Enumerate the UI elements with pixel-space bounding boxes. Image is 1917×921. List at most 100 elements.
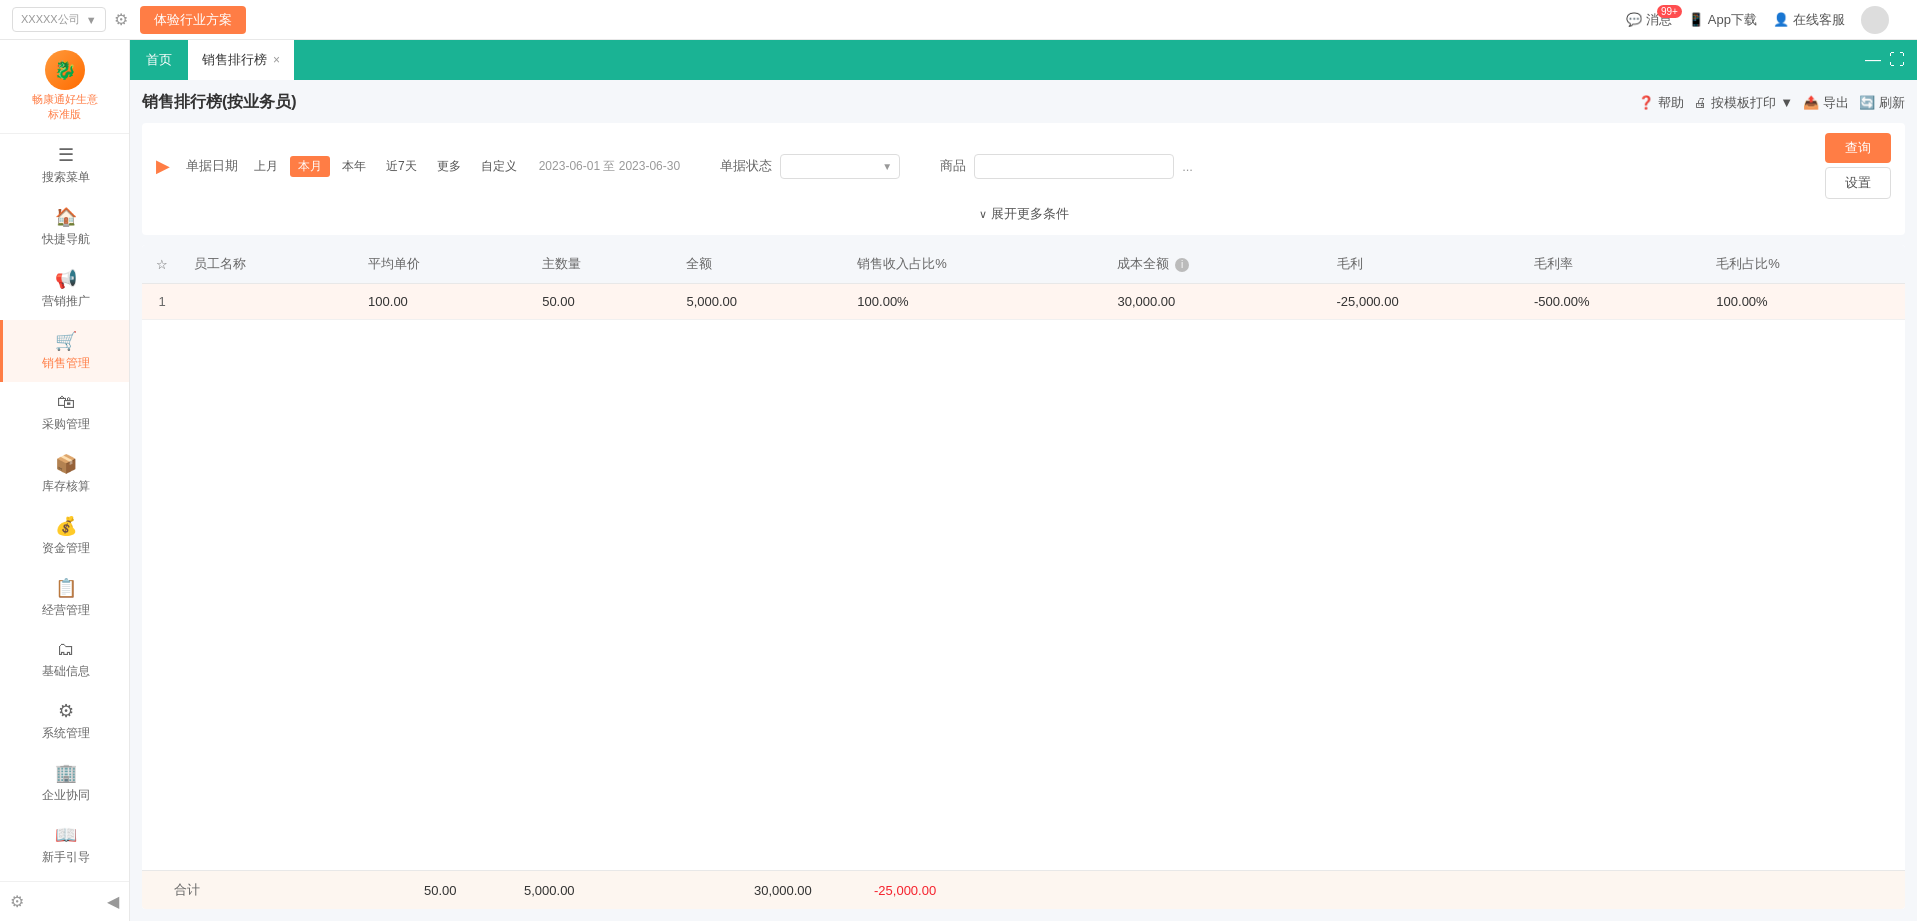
- company-select[interactable]: XXXXX公司 ▼: [12, 7, 106, 32]
- status-select[interactable]: [780, 154, 900, 179]
- date-range: 2023-06-01 至 2023-06-30: [539, 158, 680, 175]
- sidebar-item-label: 库存核算: [42, 478, 90, 495]
- cell-qty: 50.00: [530, 284, 674, 320]
- col-cost: 成本全额 i: [1105, 245, 1324, 284]
- cell-cost: 30,000.00: [1105, 284, 1324, 320]
- sidebar-item-label: 销售管理: [42, 355, 90, 372]
- sidebar-item-finance[interactable]: 💰 资金管理: [0, 505, 129, 567]
- sidebar-item-guide[interactable]: 📖 新手引导: [0, 814, 129, 876]
- sidebar-item-label: 基础信息: [42, 663, 90, 680]
- export-btn[interactable]: 📤 导出: [1803, 94, 1849, 112]
- help-icon: ❓: [1638, 95, 1654, 110]
- top-right-area: 💬 消息 99+ 📱 App下载 👤 在线客服: [1626, 6, 1905, 34]
- col-sales-pct: 销售收入占比%: [845, 245, 1105, 284]
- cell-sales-pct: 100.00%: [845, 284, 1105, 320]
- tab-home[interactable]: 首页: [130, 40, 188, 80]
- tab-label: 销售排行榜: [202, 51, 267, 69]
- expand-more-btn[interactable]: ∨ 展开更多条件: [156, 199, 1891, 225]
- logo-icon: 🐉: [45, 50, 85, 90]
- date-label: 单据日期: [186, 157, 238, 175]
- marketing-icon: 📢: [55, 268, 77, 290]
- sidebar-collapse-btn[interactable]: ◀: [107, 892, 119, 911]
- avatar[interactable]: [1861, 6, 1889, 34]
- message-badge: 99+: [1657, 5, 1682, 18]
- sidebar-item-sales[interactable]: 🛒 销售管理: [0, 320, 129, 382]
- goods-dots-btn[interactable]: ...: [1182, 159, 1193, 174]
- message-icon: 💬: [1626, 12, 1642, 27]
- sidebar-nav: ☰ 搜索菜单 🏠 快捷导航 📢 营销推广 🛒 销售管理 🛍 采购管理 📦: [0, 134, 129, 881]
- sidebar-item-quick-nav[interactable]: 🏠 快捷导航: [0, 196, 129, 258]
- sidebar-item-label: 采购管理: [42, 416, 90, 433]
- status-select-wrap: [780, 154, 900, 179]
- trial-button[interactable]: 体验行业方案: [140, 6, 246, 34]
- date-custom-btn[interactable]: 自定义: [473, 156, 525, 177]
- tab-close-icon[interactable]: ×: [273, 53, 280, 67]
- sidebar-item-marketing[interactable]: 📢 营销推广: [0, 258, 129, 320]
- date-prev-btn[interactable]: 上月: [246, 156, 286, 177]
- cell-profit: -25,000.00: [1325, 284, 1522, 320]
- action-buttons: 查询 设置: [1825, 133, 1891, 199]
- sidebar-item-label: 新手引导: [42, 849, 90, 866]
- cost-info-icon[interactable]: i: [1175, 258, 1189, 272]
- table-wrap: ☆ 员工名称 平均单价 主数量 全额 销售收入占比% 成本全额 i: [142, 245, 1905, 909]
- tab-bar-right: — ⛶: [1865, 51, 1917, 69]
- settings-button[interactable]: 设置: [1825, 167, 1891, 199]
- sidebar-item-system[interactable]: ⚙ 系统管理: [0, 690, 129, 752]
- export-icon: 📤: [1803, 95, 1819, 110]
- status-label: 单据状态: [720, 157, 772, 175]
- sidebar-item-inventory[interactable]: 📦 库存核算: [0, 443, 129, 505]
- date-year-btn[interactable]: 本年: [334, 156, 374, 177]
- col-profit: 毛利: [1325, 245, 1522, 284]
- refresh-btn[interactable]: 🔄 刷新: [1859, 94, 1905, 112]
- help-btn[interactable]: ❓ 帮助: [1638, 94, 1684, 112]
- table-scroll: ☆ 员工名称 平均单价 主数量 全额 销售收入占比% 成本全额 i: [142, 245, 1905, 870]
- filter-row-1: ▶ 单据日期 上月 本月 本年 近7天 更多 自定义 2023-0: [156, 133, 1891, 199]
- query-button[interactable]: 查询: [1825, 133, 1891, 163]
- print-icon: 🖨: [1694, 95, 1707, 110]
- tab-bar: 首页 销售排行榜 × — ⛶: [130, 40, 1917, 80]
- search-order-icon: ☰: [58, 144, 74, 166]
- cell-amount: 5,000.00: [674, 284, 845, 320]
- date-current-btn[interactable]: 本月: [290, 156, 330, 177]
- tab-maximize-btn[interactable]: ⛶: [1889, 51, 1905, 69]
- sidebar-item-search-order[interactable]: ☰ 搜索菜单: [0, 134, 129, 196]
- print-btn[interactable]: 🖨 按模板打印 ▼: [1694, 94, 1793, 112]
- goods-input[interactable]: [974, 154, 1174, 179]
- refresh-icon: 🔄: [1859, 95, 1875, 110]
- sidebar-item-label: 搜索菜单: [42, 169, 90, 186]
- sidebar-item-operation[interactable]: 📋 经营管理: [0, 567, 129, 629]
- col-amount: 全额: [674, 245, 845, 284]
- message-btn[interactable]: 💬 消息 99+: [1626, 11, 1672, 29]
- sidebar-item-enterprise[interactable]: 🏢 企业协同: [0, 752, 129, 814]
- footer-cost: 30,000.00: [754, 883, 874, 898]
- settings-icon[interactable]: ⚙: [114, 10, 128, 29]
- online-service-btn[interactable]: 👤 在线客服: [1773, 11, 1845, 29]
- main-layout: 🐉 畅康通好生意标准版 ☰ 搜索菜单 🏠 快捷导航 📢 营销推广 🛒 销售管理 …: [0, 40, 1917, 921]
- guide-icon: 📖: [55, 824, 77, 846]
- col-rank: ☆: [142, 245, 182, 284]
- sidebar-item-purchase[interactable]: 🛍 采购管理: [0, 382, 129, 443]
- system-icon: ⚙: [58, 700, 74, 722]
- filter-area: ▶ 单据日期 上月 本月 本年 近7天 更多 自定义 2023-0: [142, 123, 1905, 235]
- arrow-right-icon[interactable]: ▶: [156, 155, 170, 177]
- sidebar-item-basic-info[interactable]: 🗂 基础信息: [0, 629, 129, 690]
- footer-row: 合计 50.00 5,000.00 30,000.00 -25,000.00: [154, 881, 1893, 899]
- date-more-btn[interactable]: 更多: [429, 156, 469, 177]
- app-download-btn[interactable]: 📱 App下载: [1688, 11, 1757, 29]
- sidebar-settings-btn[interactable]: ⚙: [10, 892, 24, 911]
- sidebar-item-label: 系统管理: [42, 725, 90, 742]
- date-7days-btn[interactable]: 近7天: [378, 156, 425, 177]
- footer-profit: -25,000.00: [874, 883, 984, 898]
- footer-qty: 50.00: [424, 883, 524, 898]
- col-qty: 主数量: [530, 245, 674, 284]
- tab-minimize-btn[interactable]: —: [1865, 51, 1881, 69]
- filter-expand-arrow[interactable]: ▶: [156, 155, 170, 177]
- company-arrow: ▼: [86, 14, 97, 26]
- page-actions: ❓ 帮助 🖨 按模板打印 ▼ 📤 导出 🔄 刷新: [1638, 94, 1905, 112]
- print-label: 按模板打印: [1711, 94, 1776, 112]
- cell-name: [182, 284, 356, 320]
- col-profit-rate: 毛利率: [1522, 245, 1704, 284]
- top-bar: XXXXX公司 ▼ ⚙ 体验行业方案 💬 消息 99+ 📱 App下载 👤 在线…: [0, 0, 1917, 40]
- col-name: 员工名称: [182, 245, 356, 284]
- tab-sales-rank[interactable]: 销售排行榜 ×: [188, 40, 294, 80]
